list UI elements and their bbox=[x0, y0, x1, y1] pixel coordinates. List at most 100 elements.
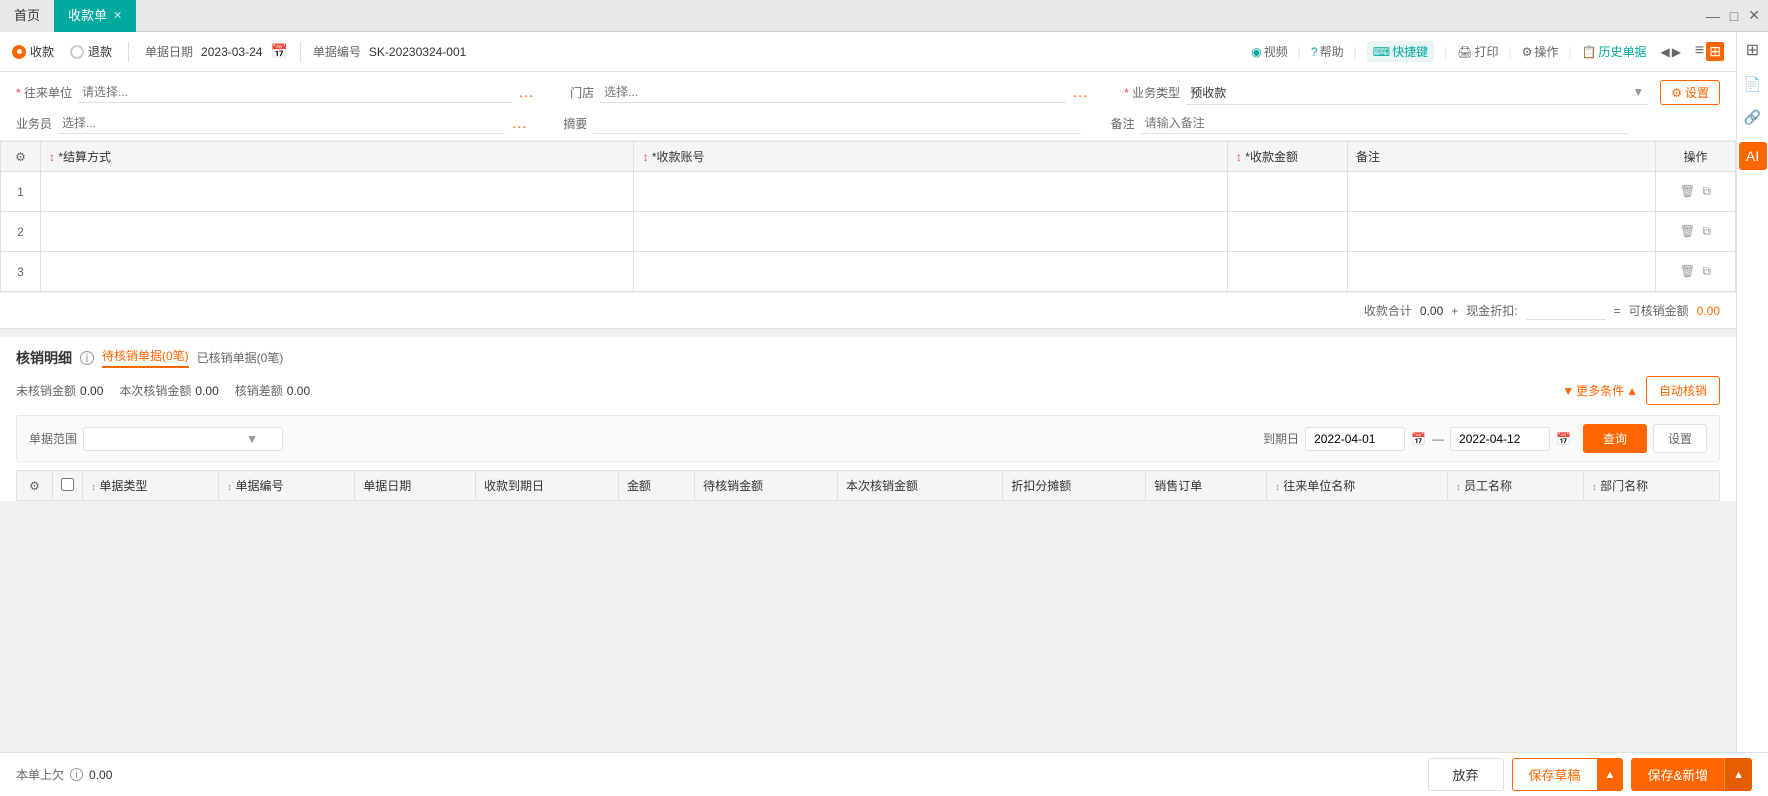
print-btn[interactable]: 🖨 打印 bbox=[1457, 43, 1498, 60]
prev-info-icon[interactable]: i bbox=[70, 768, 83, 781]
calendar-icon[interactable]: 📅 bbox=[270, 43, 287, 60]
store-input[interactable] bbox=[600, 82, 1066, 103]
amount-2[interactable] bbox=[1227, 212, 1347, 252]
shortcut-btn[interactable]: ⌨ 快捷键 bbox=[1367, 41, 1434, 62]
tab-home[interactable]: 首页 bbox=[0, 0, 54, 32]
prev-value: 0.00 bbox=[89, 768, 112, 782]
save-draft-btn[interactable]: 保存草稿 bbox=[1512, 758, 1597, 791]
tab-receipt-close[interactable]: ✕ bbox=[113, 0, 122, 32]
auto-cancel-btn[interactable]: 自动核销 bbox=[1646, 376, 1720, 405]
table-row: 3 🗑 ⧉ bbox=[1, 252, 1736, 292]
summary-input[interactable] bbox=[593, 113, 1080, 134]
counterparty-input[interactable] bbox=[78, 82, 512, 103]
salesperson-input[interactable] bbox=[58, 113, 505, 134]
date-label: 单据日期 bbox=[145, 43, 193, 60]
vcol-employee: ↕ 员工名称 bbox=[1447, 471, 1583, 501]
actions-1: 🗑 ⧉ bbox=[1656, 172, 1736, 212]
settlement-2[interactable] bbox=[41, 212, 634, 252]
vcol-settings[interactable]: ⚙ bbox=[17, 471, 53, 501]
remarks-1[interactable] bbox=[1347, 172, 1655, 212]
diff-label: 核销差额 bbox=[235, 382, 283, 399]
tab-receipt[interactable]: 收款单 ✕ bbox=[54, 0, 136, 32]
sidebar-screenshot-icon[interactable]: AI bbox=[1739, 142, 1767, 170]
available-value: 0.00 bbox=[1697, 304, 1720, 318]
verification-table: ⚙ ↕ 单据类型 ↕ 单据编号 单据日期 收款到期日 金额 待核销金额 本次核销… bbox=[16, 470, 1720, 501]
account-2[interactable] bbox=[634, 212, 1227, 252]
amount-1[interactable] bbox=[1227, 172, 1347, 212]
abandon-btn[interactable]: 放弃 bbox=[1428, 758, 1504, 791]
notes-label: 备注 bbox=[1111, 115, 1141, 132]
salesperson-more[interactable]: … bbox=[505, 115, 533, 133]
amount-3[interactable] bbox=[1227, 252, 1347, 292]
discount-input[interactable] bbox=[1526, 301, 1606, 320]
remarks-3[interactable] bbox=[1347, 252, 1655, 292]
copy-icon-2[interactable]: ⧉ bbox=[1703, 224, 1712, 238]
tab-home-label: 首页 bbox=[14, 8, 40, 23]
delete-icon-3[interactable]: 🗑 bbox=[1680, 264, 1695, 278]
nav-prev[interactable]: ◀ bbox=[1660, 45, 1669, 59]
date-from-input[interactable] bbox=[1305, 427, 1405, 451]
settlement-3[interactable] bbox=[41, 252, 634, 292]
radio-refund[interactable]: 退款 bbox=[70, 43, 112, 60]
tab-pending[interactable]: 待核销单据(0笔) bbox=[102, 347, 189, 368]
store-more[interactable]: … bbox=[1066, 84, 1094, 102]
total-label: 收款合计 bbox=[1364, 302, 1412, 319]
save-new-btn[interactable]: 保存&新增 bbox=[1631, 758, 1724, 791]
settlement-1[interactable] bbox=[41, 172, 634, 212]
delete-icon-2[interactable]: 🗑 bbox=[1680, 224, 1695, 238]
window-close[interactable]: ✕ bbox=[1748, 7, 1760, 24]
settings-sm-btn[interactable]: 设置 bbox=[1653, 424, 1707, 453]
available-label: 可核销金额 bbox=[1629, 302, 1689, 319]
uncanceled-value: 0.00 bbox=[80, 384, 103, 398]
notes-input[interactable] bbox=[1141, 113, 1628, 134]
sidebar-link-icon[interactable]: 🔗 bbox=[1744, 109, 1761, 126]
copy-icon-3[interactable]: ⧉ bbox=[1703, 264, 1712, 278]
query-btn[interactable]: 查询 bbox=[1583, 424, 1647, 453]
date-value: 2023-03-24 bbox=[201, 45, 262, 59]
business-type-select[interactable]: 预收款 ▼ bbox=[1186, 81, 1648, 105]
calendar-to-icon[interactable]: 📅 bbox=[1556, 432, 1571, 446]
calendar-from-icon[interactable]: 📅 bbox=[1411, 432, 1426, 446]
copy-icon-1[interactable]: ⧉ bbox=[1703, 184, 1712, 198]
verification-info-icon[interactable]: i bbox=[80, 351, 94, 365]
remarks-2[interactable] bbox=[1347, 212, 1655, 252]
row-num-1: 1 bbox=[1, 172, 41, 212]
window-maximize[interactable]: □ bbox=[1730, 8, 1738, 24]
table-row: 1 🗑 ⧉ bbox=[1, 172, 1736, 212]
delete-icon-1[interactable]: 🗑 bbox=[1680, 184, 1695, 198]
vcol-checkbox[interactable] bbox=[53, 471, 83, 501]
radio-receipt-label: 收款 bbox=[30, 43, 54, 60]
col-settings-header[interactable]: ⚙ bbox=[1, 142, 41, 172]
sidebar-doc-icon[interactable]: 📄 bbox=[1744, 76, 1761, 93]
history-btn[interactable]: 📋 历史单据 bbox=[1581, 43, 1646, 60]
business-type-label: * 业务类型 bbox=[1124, 84, 1186, 101]
more-conditions-btn[interactable]: ▼ 更多条件 ▲ bbox=[1562, 382, 1638, 399]
video-btn[interactable]: ◉ 视频 bbox=[1251, 43, 1288, 60]
col-actions-header: 操作 bbox=[1656, 142, 1736, 172]
account-1[interactable] bbox=[634, 172, 1227, 212]
nav-next[interactable]: ▶ bbox=[1672, 45, 1681, 59]
layout-grid[interactable]: ⊞ bbox=[1706, 42, 1724, 61]
account-3[interactable] bbox=[634, 252, 1227, 292]
help-btn[interactable]: ? 帮助 bbox=[1311, 43, 1344, 60]
layout-list[interactable]: ≡ bbox=[1695, 42, 1704, 61]
doc-range-select[interactable]: ▼ bbox=[83, 427, 283, 451]
row-num-3: 3 bbox=[1, 252, 41, 292]
vcol-discount: 折扣分摊额 bbox=[1003, 471, 1146, 501]
vcol-doc-type: ↕ 单据类型 bbox=[83, 471, 219, 501]
plus-sign: + bbox=[1451, 304, 1458, 318]
diff-value: 0.00 bbox=[287, 384, 310, 398]
verification-title: 核销明细 bbox=[16, 348, 72, 368]
save-draft-arrow-btn[interactable]: ▲ bbox=[1597, 758, 1624, 791]
vcol-pending: 待核销金额 bbox=[695, 471, 838, 501]
window-minimize[interactable]: — bbox=[1706, 8, 1720, 24]
sidebar-table-icon[interactable]: ⊞ bbox=[1746, 40, 1759, 60]
settings-btn[interactable]: ⚙ 设置 bbox=[1660, 80, 1720, 105]
save-new-arrow-btn[interactable]: ▲ bbox=[1724, 758, 1752, 791]
salesperson-label: 业务员 bbox=[16, 115, 58, 132]
radio-receipt[interactable]: 收款 bbox=[12, 43, 54, 60]
date-to-input[interactable] bbox=[1450, 427, 1550, 451]
counterparty-more[interactable]: … bbox=[512, 84, 540, 102]
tab-verified[interactable]: 已核销单据(0笔) bbox=[197, 349, 284, 366]
operate-btn[interactable]: ⚙ 操作 bbox=[1522, 43, 1559, 60]
